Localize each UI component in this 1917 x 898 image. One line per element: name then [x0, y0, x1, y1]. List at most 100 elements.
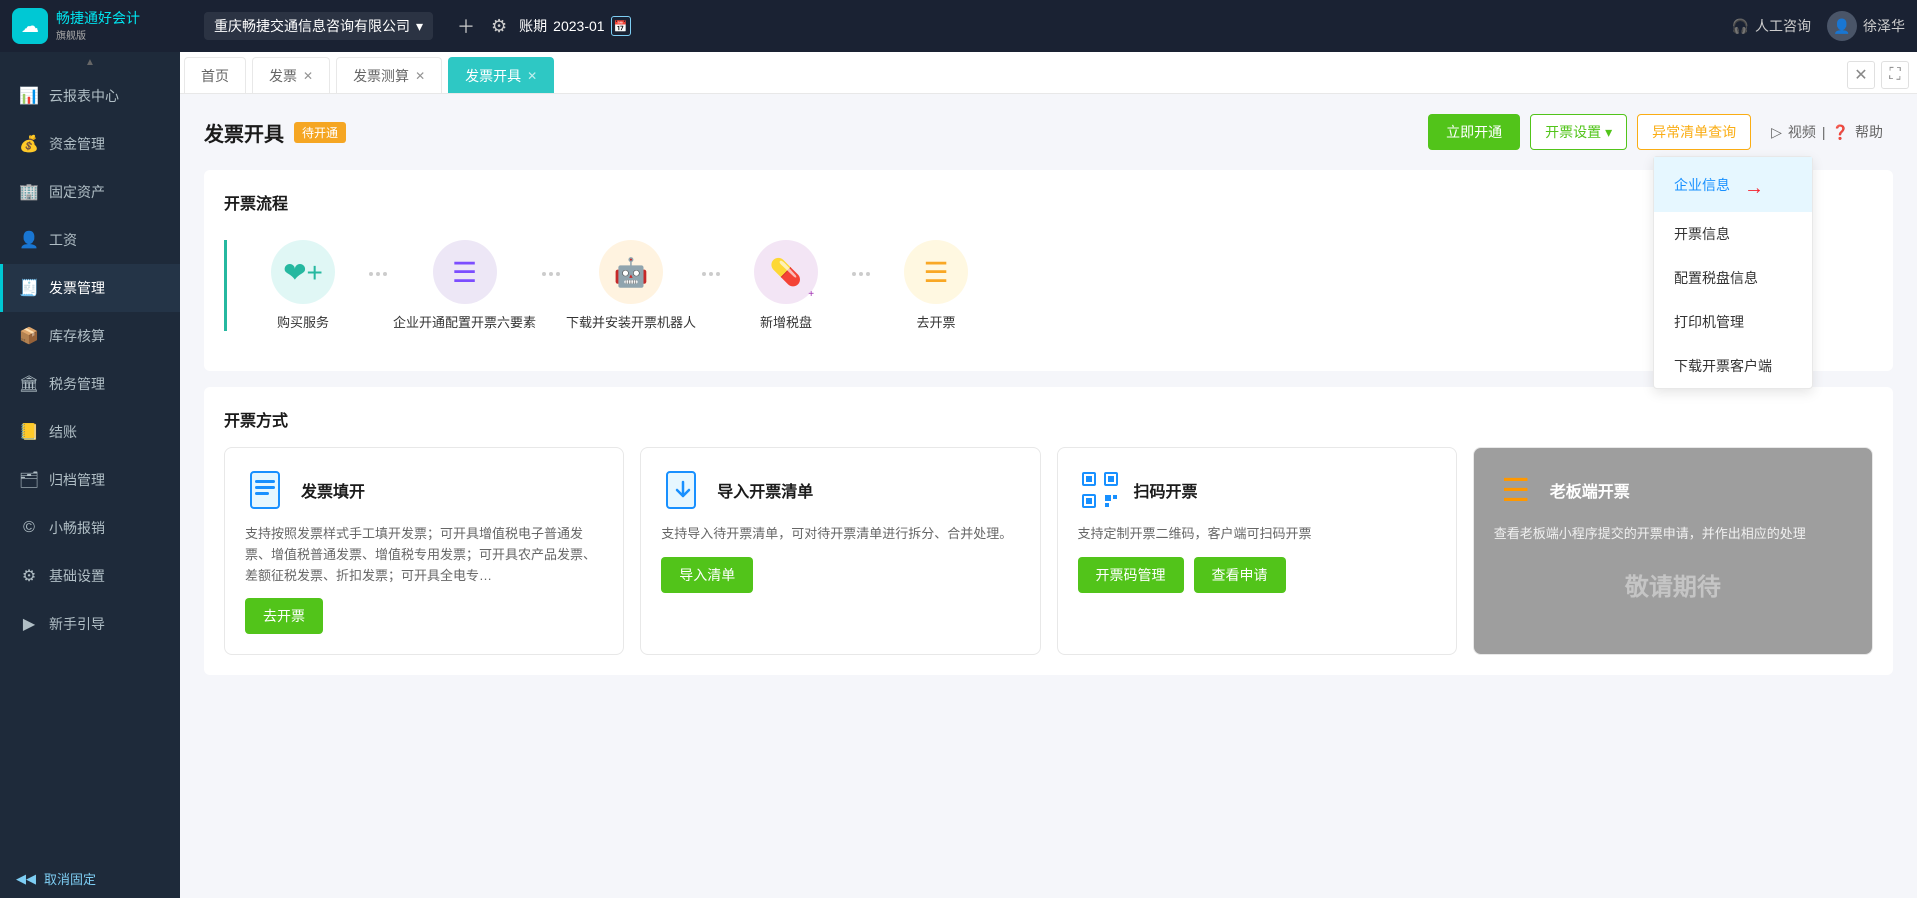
settings-btn-label: 开票设置: [1545, 122, 1601, 142]
sidebar-item-label: 库存核算: [49, 326, 105, 346]
flow-step-download: 🤖 下载并安装开票机器人: [566, 240, 696, 331]
logo-icon: ☁: [12, 8, 48, 44]
calendar-icon[interactable]: 📅: [611, 16, 631, 36]
avatar: 👤: [1827, 11, 1857, 41]
boss-invoice-icon: ☰: [1494, 468, 1538, 512]
settings-btn[interactable]: 开票设置 ▾: [1530, 114, 1627, 150]
dropdown-item-printer[interactable]: 打印机管理: [1654, 300, 1812, 344]
gear-icon: ⚙: [19, 566, 39, 586]
company-selector[interactable]: 重庆畅捷交通信息咨询有限公司 ▾: [204, 12, 433, 40]
config-icon: ☰: [433, 240, 497, 304]
sidebar-item-label: 结账: [49, 422, 77, 442]
add-button[interactable]: ＋: [457, 13, 475, 39]
buy-service-label: 购买服务: [277, 312, 329, 331]
dropdown-item-invoice-info[interactable]: 开票信息: [1654, 212, 1812, 256]
method-card-header: 扫码开票: [1078, 468, 1436, 512]
sidebar-item-xinshou[interactable]: ▶ 新手引导: [0, 600, 180, 648]
flow-dots-4: [846, 272, 876, 276]
user-profile[interactable]: 👤 徐泽华: [1827, 11, 1905, 41]
tab-close-icon[interactable]: ✕: [303, 69, 313, 83]
period-value: 2023-01: [553, 18, 604, 34]
tabs-right-btns: ✕ ⛶: [1847, 61, 1917, 93]
sidebar-item-jichu[interactable]: ⚙ 基础设置: [0, 552, 180, 600]
method-title: 导入开票清单: [717, 478, 813, 502]
scan-code-icon: [1078, 468, 1122, 512]
chart-icon: 📊: [19, 86, 39, 106]
method-desc: 支持定制开票二维码，客户端可扫码开票: [1078, 524, 1436, 545]
tab-home[interactable]: 首页: [184, 57, 246, 93]
flow-step-config: ☰ 企业开通配置开票六要素: [393, 240, 536, 331]
sidebar-item-label: 固定资产: [49, 182, 105, 202]
play-circle-icon: ▷: [1771, 124, 1782, 141]
sidebar-item-guidang[interactable]: 🗂 归档管理: [0, 456, 180, 504]
period-label: 账期: [519, 16, 547, 36]
buy-service-icon: ❤+: [271, 240, 335, 304]
sidebar-item-gudingzichan[interactable]: 🏢 固定资产: [0, 168, 180, 216]
sidebar-item-kucun[interactable]: 📦 库存核算: [0, 312, 180, 360]
method-card-header: ☰ 老板端开票: [1494, 468, 1852, 512]
dot: [549, 272, 553, 276]
maximize-button[interactable]: ⛶: [1881, 61, 1909, 89]
abnormal-btn[interactable]: 异常清单查询: [1637, 114, 1751, 150]
sidebar-item-zijin[interactable]: 💰 资金管理: [0, 120, 180, 168]
page-title-area: 发票开具 待开通: [204, 118, 346, 147]
sidebar-item-yunbao[interactable]: 📊 云报表中心: [0, 72, 180, 120]
dot: [376, 272, 380, 276]
settings-button[interactable]: ⚙: [491, 16, 507, 37]
page-title: 发票开具: [204, 118, 284, 147]
import-list-btn[interactable]: 导入清单: [661, 557, 753, 593]
close-tab-button[interactable]: ✕: [1847, 61, 1875, 89]
flow-step-taxdisk: 💊 + 新增税盘: [726, 240, 846, 331]
view-apply-btn[interactable]: 查看申请: [1194, 557, 1286, 593]
sidebar-item-xiaochang[interactable]: © 小畅报销: [0, 504, 180, 552]
method-card-import: 导入开票清单 支持导入待开票清单，可对待开票清单进行拆分、合并处理。 导入清单: [640, 447, 1040, 655]
dropdown-item-label: 开票信息: [1674, 224, 1730, 244]
go-invoice-label: 去开票: [917, 312, 956, 331]
logo-area: ☁ 畅捷通好会计 旗舰版: [12, 8, 192, 44]
taxdisk-label: 新增税盘: [760, 312, 812, 331]
dropdown-item-label: 配置税盘信息: [1674, 268, 1758, 288]
sidebar: ▲ 📊 云报表中心 💰 资金管理 🏢 固定资产 👤 工资 🧾 发票管理 📦 库存…: [0, 52, 180, 898]
video-help-btn[interactable]: ▷ 视频 | ❓ 帮助: [1761, 115, 1893, 149]
methods-section-title: 开票方式: [224, 407, 1873, 431]
dropdown-item-tax-disk[interactable]: 配置税盘信息: [1654, 256, 1812, 300]
dropdown-item-label: 企业信息: [1674, 175, 1730, 195]
flow-section-title: 开票流程: [224, 190, 1873, 214]
sidebar-item-jiezhang[interactable]: 📒 结账: [0, 408, 180, 456]
tab-fapiaokaiqu[interactable]: 发票开具 ✕: [448, 57, 554, 93]
tab-label: 发票: [269, 66, 297, 86]
flow-step-go: ☰ 去开票: [876, 240, 996, 331]
dropdown-item-label: 打印机管理: [1674, 312, 1744, 332]
human-consult[interactable]: 🎧 人工咨询: [1732, 16, 1811, 36]
sidebar-item-label: 小畅报销: [49, 518, 105, 538]
dot: [859, 272, 863, 276]
tab-close-icon[interactable]: ✕: [527, 69, 537, 83]
cancel-fixed[interactable]: ◀◀ 取消固定: [0, 859, 180, 898]
tab-fapiao[interactable]: 发票 ✕: [252, 57, 330, 93]
archive-icon: 🗂: [19, 470, 39, 490]
qrcode-manage-btn[interactable]: 开票码管理: [1078, 557, 1184, 593]
flow-section: 开票流程 ❤+ 购买服务 ☰: [204, 170, 1893, 371]
sidebar-item-fapiao[interactable]: 🧾 发票管理: [0, 264, 180, 312]
sidebar-item-label: 工资: [49, 230, 77, 250]
method-card-header: 发票填开: [245, 468, 603, 512]
method-card-manual: 发票填开 支持按照发票样式手工填开发票；可开具增值税电子普通发票、增值税普通发票…: [224, 447, 624, 655]
tab-close-icon[interactable]: ✕: [415, 69, 425, 83]
sidebar-scroll-up[interactable]: ▲: [0, 52, 180, 72]
tab-fapiaocesuan[interactable]: 发票测算 ✕: [336, 57, 442, 93]
go-invoice-btn[interactable]: 去开票: [245, 598, 323, 634]
sidebar-item-shuiwu[interactable]: 🏛 税务管理: [0, 360, 180, 408]
dropdown-item-enterprise[interactable]: 企业信息 →: [1654, 157, 1812, 212]
pending-text: 敬请期待: [1494, 567, 1852, 602]
period-info: 账期 2023-01 📅: [519, 16, 630, 36]
method-desc: 支持按照发票样式手工填开发票；可开具增值税电子普通发票、增值税普通发票、增值税专…: [245, 524, 603, 586]
invoice-icon: 🧾: [19, 278, 39, 298]
play-icon: ▶: [19, 614, 39, 634]
manual-invoice-icon: [245, 468, 289, 512]
copyright-icon: ©: [19, 518, 39, 538]
separator: |: [1822, 124, 1826, 140]
dropdown-item-download-client[interactable]: 下载开票客户端: [1654, 344, 1812, 388]
sidebar-item-gongzi[interactable]: 👤 工资: [0, 216, 180, 264]
open-btn[interactable]: 立即开通: [1428, 114, 1520, 150]
methods-grid: 发票填开 支持按照发票样式手工填开发票；可开具增值税电子普通发票、增值税普通发票…: [224, 447, 1873, 655]
